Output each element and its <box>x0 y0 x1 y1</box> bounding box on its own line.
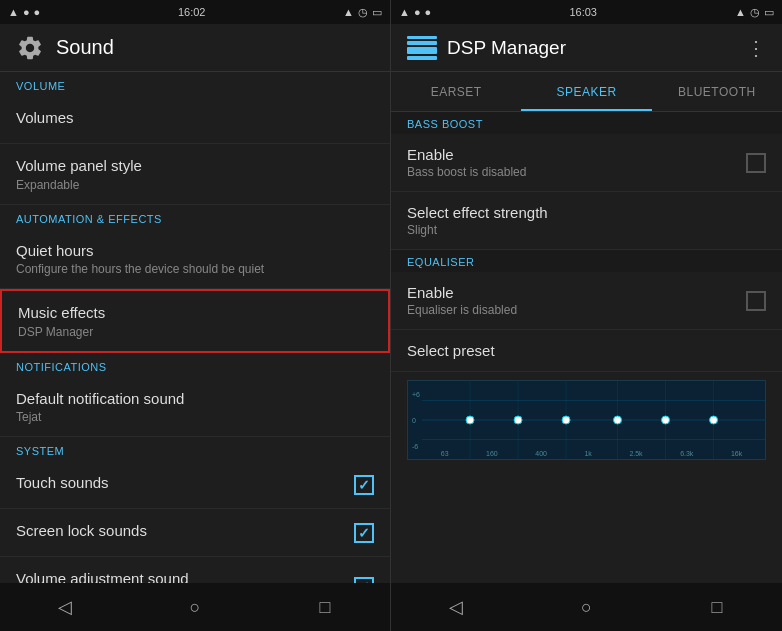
dsp-content[interactable]: BASS BOOST Enable Bass boost is disabled… <box>391 112 782 583</box>
touch-sounds-checkbox-container[interactable] <box>354 475 374 495</box>
tab-earset[interactable]: EARSET <box>391 72 521 111</box>
bottom-nav-left: ◁ ○ □ <box>0 583 390 631</box>
volume-panel-style-title: Volume panel style <box>16 156 374 176</box>
volume-adjustment-title: Volume adjustment sound <box>16 569 374 583</box>
right-status-icons-left: ▲ ◷ ▭ <box>343 6 382 19</box>
default-notification-title: Default notification sound <box>16 389 374 409</box>
volume-adjustment-item[interactable]: Volume adjustment sound Play sound when … <box>0 557 390 583</box>
screen-lock-checkbox[interactable] <box>354 523 374 543</box>
recents-button-right[interactable]: □ <box>697 587 737 627</box>
select-effect-item[interactable]: Select effect strength Slight <box>391 192 782 250</box>
sim2-icon-right: ● <box>425 6 432 18</box>
music-effects-title: Music effects <box>18 303 372 323</box>
svg-point-12 <box>614 416 622 424</box>
status-icons-right: ▲ ● ● <box>399 6 431 18</box>
right-status-icons-right: ▲ ◷ ▭ <box>735 6 774 19</box>
sound-header: Sound <box>0 24 390 72</box>
equalizer-visualization[interactable]: +6 0 -6 <box>407 380 766 460</box>
status-bar-right: ▲ ● ● 16:03 ▲ ◷ ▭ <box>391 0 782 24</box>
screen-lock-sounds-item[interactable]: Screen lock sounds <box>0 509 390 557</box>
default-notification-item[interactable]: Default notification sound Tejat <box>0 377 390 438</box>
section-automation: AUTOMATION & EFFECTS <box>0 205 390 229</box>
select-preset-item[interactable]: Select preset <box>391 330 782 372</box>
eq-svg <box>408 381 765 459</box>
bass-enable-item[interactable]: Enable Bass boost is disabled <box>391 134 782 192</box>
eq-enable-checkbox[interactable] <box>746 291 766 311</box>
time-left: 16:02 <box>178 6 206 18</box>
default-notification-subtitle: Tejat <box>16 410 374 424</box>
status-icons-left: ▲ ● ● <box>8 6 40 18</box>
volumes-item[interactable]: Volumes <box>0 96 390 144</box>
sim2-icon-left: ● <box>34 6 41 18</box>
dsp-title: DSP Manager <box>447 37 736 59</box>
eq-enable-item[interactable]: Enable Equaliser is disabled <box>391 272 782 330</box>
back-button-left[interactable]: ◁ <box>45 587 85 627</box>
wifi-icon-right: ▲ <box>399 6 410 18</box>
battery-right-icon: ▭ <box>764 6 774 19</box>
dsp-tabs: EARSET SPEAKER BLUETOOTH <box>391 72 782 112</box>
volume-panel-style-subtitle: Expandable <box>16 178 374 192</box>
svg-point-13 <box>662 416 670 424</box>
music-effects-item[interactable]: Music effects DSP Manager <box>0 289 390 353</box>
quiet-hours-subtitle: Configure the hours the device should be… <box>16 262 374 276</box>
sim-icon-right: ● <box>414 6 421 18</box>
touch-sounds-checkbox[interactable] <box>354 475 374 495</box>
tab-bluetooth[interactable]: BLUETOOTH <box>652 72 782 111</box>
section-volume: VOLUME <box>0 72 390 96</box>
time-right: 16:03 <box>569 6 597 18</box>
select-preset-title: Select preset <box>407 342 766 359</box>
clock-icon: ◷ <box>358 6 368 19</box>
screen-lock-checkbox-container[interactable] <box>354 523 374 543</box>
section-notifications: NOTIFICATIONS <box>0 353 390 377</box>
svg-point-14 <box>710 416 718 424</box>
dsp-bars-icon <box>407 36 437 60</box>
quiet-hours-item[interactable]: Quiet hours Configure the hours the devi… <box>0 229 390 290</box>
bottom-nav-right: ◁ ○ □ <box>391 583 782 631</box>
dsp-manager-panel: ▲ ● ● 16:03 ▲ ◷ ▭ DSP Manager ⋮ <box>391 0 782 631</box>
recents-button-left[interactable]: □ <box>305 587 345 627</box>
bass-enable-title: Enable <box>407 146 766 163</box>
svg-point-9 <box>466 416 474 424</box>
bass-enable-subtitle: Bass boost is disabled <box>407 165 766 179</box>
touch-sounds-item[interactable]: Touch sounds <box>0 461 390 509</box>
dsp-menu-icon[interactable]: ⋮ <box>746 36 766 60</box>
wifi-signal-icon: ▲ <box>343 6 354 18</box>
touch-sounds-title: Touch sounds <box>16 473 374 493</box>
settings-content[interactable]: VOLUME Volumes Volume panel style Expand… <box>0 72 390 583</box>
bass-enable-checkbox[interactable] <box>746 153 766 173</box>
screen-lock-sounds-title: Screen lock sounds <box>16 521 374 541</box>
sound-settings-panel: ▲ ● ● 16:02 ▲ ◷ ▭ Sound VOLUME Volumes <box>0 0 391 631</box>
home-button-right[interactable]: ○ <box>566 587 606 627</box>
select-effect-title: Select effect strength <box>407 204 766 221</box>
battery-icon-left: ▭ <box>372 6 382 19</box>
eq-freq-labels: 63 160 400 1k 2.5k 6.3k 16k <box>422 450 761 457</box>
wifi-icon-left: ▲ <box>8 6 19 18</box>
sound-title: Sound <box>56 36 114 59</box>
svg-point-10 <box>514 416 522 424</box>
quiet-hours-title: Quiet hours <box>16 241 374 261</box>
volume-adjustment-checkbox[interactable] <box>354 577 374 583</box>
clock-right-icon: ◷ <box>750 6 760 19</box>
volumes-title: Volumes <box>16 108 374 128</box>
eq-db-labels: +6 0 -6 <box>410 381 420 459</box>
home-button-left[interactable]: ○ <box>175 587 215 627</box>
equaliser-header: EQUALISER <box>391 250 782 272</box>
back-button-right[interactable]: ◁ <box>436 587 476 627</box>
tab-speaker[interactable]: SPEAKER <box>521 72 651 111</box>
dsp-header: DSP Manager ⋮ <box>391 24 782 72</box>
svg-point-11 <box>562 416 570 424</box>
section-system: SYSTEM <box>0 437 390 461</box>
status-bar-left: ▲ ● ● 16:02 ▲ ◷ ▭ <box>0 0 390 24</box>
bass-boost-header: BASS BOOST <box>391 112 782 134</box>
wifi-signal-right-icon: ▲ <box>735 6 746 18</box>
sim-icon-left: ● <box>23 6 30 18</box>
settings-gear-icon <box>16 34 44 62</box>
eq-enable-subtitle: Equaliser is disabled <box>407 303 766 317</box>
select-effect-subtitle: Slight <box>407 223 766 237</box>
music-effects-subtitle: DSP Manager <box>18 325 372 339</box>
volume-panel-style-item[interactable]: Volume panel style Expandable <box>0 144 390 205</box>
volume-adjustment-checkbox-container[interactable] <box>354 577 374 583</box>
eq-enable-title: Enable <box>407 284 766 301</box>
